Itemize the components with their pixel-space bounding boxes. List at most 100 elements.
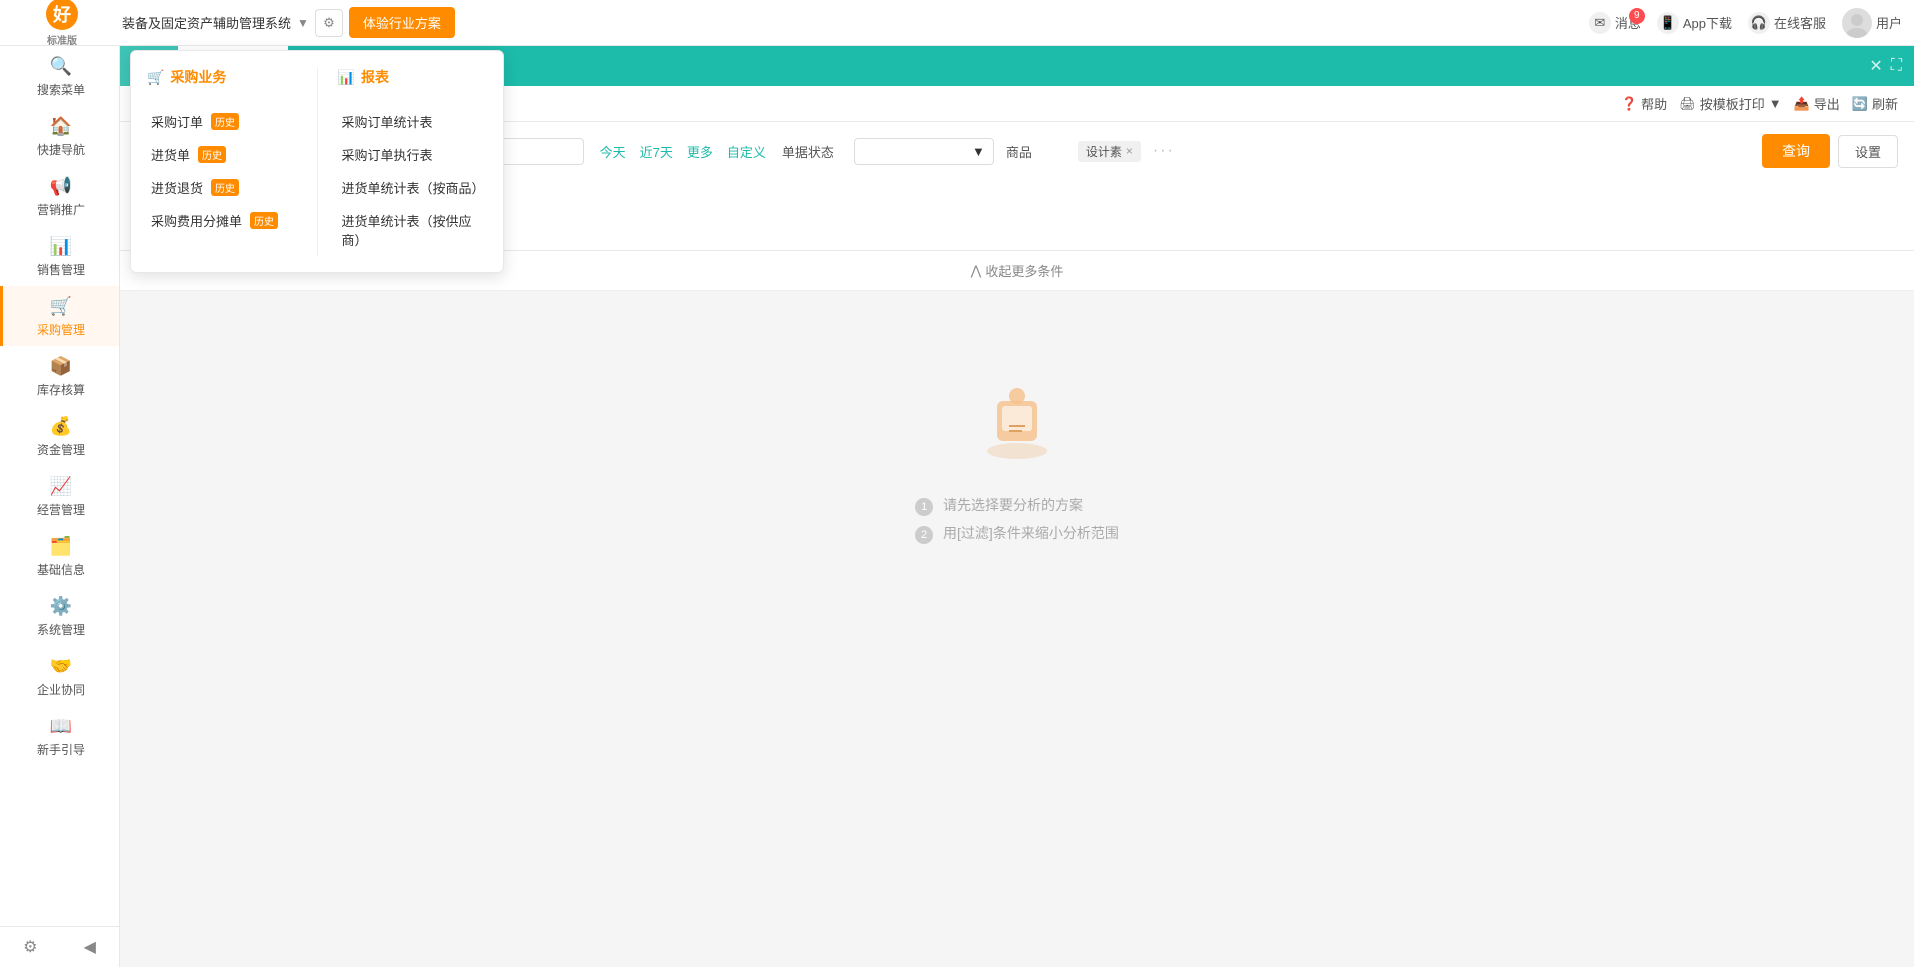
- dropdown-item-label: 采购订单: [151, 112, 203, 131]
- refresh-label: 刷新: [1872, 94, 1898, 113]
- sidebar-item-marketing[interactable]: 📢 营销推广: [0, 166, 119, 226]
- basic-info-icon: 🗂️: [50, 536, 72, 557]
- sidebar-item-label: 经营管理: [37, 501, 85, 518]
- query-btn[interactable]: 查询: [1762, 134, 1830, 168]
- goods-tag-text: 设计素: [1086, 143, 1122, 160]
- refresh-btn[interactable]: 🔄 刷新: [1852, 94, 1898, 113]
- system-dropdown-btn[interactable]: ▼: [297, 16, 309, 30]
- home-icon: 🏠: [50, 116, 72, 137]
- topbar: 好 标准版 装备及固定资产辅助管理系统 ▼ ⚙ 体验行业方案 ✉ 消息 9 📱 …: [0, 0, 1914, 46]
- app-logo: 好 标准版: [12, 0, 112, 47]
- sidebar-bottom: ⚙ ◀: [0, 926, 119, 967]
- marketing-icon: 📢: [50, 176, 72, 197]
- dropdown-item-receipt-by-supplier[interactable]: 进货单统计表（按供应商）: [338, 204, 488, 256]
- help-label: 帮助: [1641, 94, 1667, 113]
- sidebar-collapse-btn[interactable]: ◀: [84, 937, 96, 957]
- dropdown-item-order-exec[interactable]: 采购订单执行表: [338, 138, 488, 171]
- quick-7days-btn[interactable]: 近7天: [636, 140, 677, 163]
- history-badge: 历史: [211, 113, 239, 130]
- system-name: 装备及固定资产辅助管理系统: [122, 13, 291, 32]
- online-service-label: 在线客服: [1774, 13, 1826, 32]
- dropdown-item-order-stats[interactable]: 采购订单统计表: [338, 105, 488, 138]
- doc-status-dropdown-icon: ▼: [972, 144, 985, 159]
- sidebar-item-label: 营销推广: [37, 201, 85, 218]
- sidebar-item-system[interactable]: ⚙️ 系统管理: [0, 586, 119, 646]
- dropdown-item-receipt-by-goods[interactable]: 进货单统计表（按商品）: [338, 171, 488, 204]
- sidebar-item-label: 采购管理: [37, 321, 85, 338]
- user-btn[interactable]: 用户: [1842, 8, 1902, 38]
- avatar: [1842, 8, 1872, 38]
- message-badge: 9: [1629, 8, 1645, 24]
- sidebar-settings-btn[interactable]: ⚙: [23, 937, 37, 957]
- dropdown-item-label: 进货退货: [151, 178, 203, 197]
- dropdown-item-label: 采购订单统计表: [342, 112, 433, 131]
- settings-gear-icon[interactable]: ⚙: [315, 9, 343, 37]
- help-btn[interactable]: ❓ 帮助: [1621, 94, 1667, 113]
- quick-more-btn[interactable]: 更多: [683, 140, 717, 163]
- sidebar-item-label: 搜索菜单: [37, 81, 85, 98]
- settings-btn[interactable]: 设置: [1838, 135, 1898, 168]
- sidebar-item-search[interactable]: 🔍 搜索菜单: [0, 46, 119, 106]
- dropdown-item-purchase-order[interactable]: 采购订单 历史: [147, 105, 297, 138]
- phone-icon: 📱: [1657, 12, 1679, 34]
- quick-custom-btn[interactable]: 自定义: [723, 140, 770, 163]
- sidebar-item-label: 基础信息: [37, 561, 85, 578]
- refresh-icon: 🔄: [1852, 96, 1868, 112]
- app-download-btn[interactable]: 📱 App下载: [1657, 12, 1732, 34]
- logo-icon: 好: [46, 0, 78, 30]
- sidebar-item-cooperation[interactable]: 🤝 企业协同: [0, 646, 119, 706]
- sidebar-item-inventory[interactable]: 📦 库存核算: [0, 346, 119, 406]
- online-service-btn[interactable]: 🎧 在线客服: [1748, 12, 1826, 34]
- industry-btn[interactable]: 体验行业方案: [349, 7, 455, 38]
- tab-maximize-icon[interactable]: ⛶: [1891, 57, 1902, 75]
- logo-subtitle: 标准版: [47, 32, 77, 47]
- headset-icon: 🎧: [1748, 12, 1770, 34]
- history-badge: 历史: [250, 212, 278, 229]
- doc-status-label: 单据状态: [782, 142, 842, 161]
- user-label: 用户: [1876, 13, 1902, 32]
- dropdown-item-purchase-return[interactable]: 进货退货 历史: [147, 171, 297, 204]
- cooperation-icon: 🤝: [50, 656, 72, 677]
- sidebar-item-label: 系统管理: [37, 621, 85, 638]
- empty-tip-2: 2 用[过滤]条件来缩小分析范围: [915, 519, 1119, 547]
- export-icon: 📤: [1794, 96, 1810, 112]
- topbar-right: ✉ 消息 9 📱 App下载 🎧 在线客服 用户: [1589, 8, 1902, 38]
- print-btn[interactable]: 🖨 按模板打印 ▼: [1679, 94, 1781, 113]
- doc-status-select[interactable]: ▼: [854, 138, 994, 165]
- goods-tag-close-icon[interactable]: ×: [1126, 144, 1133, 158]
- purchase-section-title: 🛒 采购业务: [147, 67, 297, 93]
- collapse-btn[interactable]: ⋀ 收起更多条件: [959, 255, 1076, 286]
- sidebar-item-label: 资金管理: [37, 441, 85, 458]
- topbar-system: 装备及固定资产辅助管理系统 ▼ ⚙ 体验行业方案: [122, 7, 1589, 38]
- sidebar-item-quick-nav[interactable]: 🏠 快捷导航: [0, 106, 119, 166]
- sidebar-item-finance[interactable]: 💰 资金管理: [0, 406, 119, 466]
- goods-more-btn[interactable]: ···: [1153, 142, 1175, 160]
- collapse-up-icon: ⋀: [971, 263, 982, 279]
- finance-icon: 💰: [50, 416, 72, 437]
- filter-actions: 查询 设置: [1762, 134, 1898, 168]
- sidebar-item-purchase[interactable]: 🛒 采购管理: [0, 286, 119, 346]
- message-btn[interactable]: ✉ 消息 9: [1589, 12, 1641, 34]
- dropdown-item-purchase-receipt[interactable]: 进货单 历史: [147, 138, 297, 171]
- dropdown-item-label: 采购订单执行表: [342, 145, 433, 164]
- empty-tips: 1 请先选择要分析的方案 2 用[过滤]条件来缩小分析范围: [915, 491, 1119, 547]
- sidebar-item-label: 库存核算: [37, 381, 85, 398]
- dropdown-item-purchase-expense[interactable]: 采购费用分摊单 历史: [147, 204, 297, 237]
- report-section-label: 报表: [361, 67, 389, 87]
- quick-today-btn[interactable]: 今天: [596, 140, 630, 163]
- tabbar-right: ✕ ⛶: [1869, 56, 1914, 76]
- purchase-icon: 🛒: [50, 296, 72, 317]
- tab-close-all-icon[interactable]: ✕: [1869, 56, 1882, 76]
- dropdown-item-label: 采购费用分摊单: [151, 211, 242, 230]
- sidebar-item-sales[interactable]: 📊 销售管理: [0, 226, 119, 286]
- help-icon: ❓: [1621, 96, 1637, 112]
- print-dropdown-icon: ▼: [1769, 96, 1782, 111]
- export-btn[interactable]: 📤 导出: [1794, 94, 1840, 113]
- sidebar-item-newbie[interactable]: 📖 新手引导: [0, 706, 119, 766]
- history-badge: 历史: [198, 146, 226, 163]
- export-label: 导出: [1814, 94, 1840, 113]
- goods-tag: 设计素 ×: [1078, 141, 1141, 162]
- inventory-icon: 📦: [50, 356, 72, 377]
- sidebar-item-basic-info[interactable]: 🗂️ 基础信息: [0, 526, 119, 586]
- sidebar-item-operations[interactable]: 📈 经营管理: [0, 466, 119, 526]
